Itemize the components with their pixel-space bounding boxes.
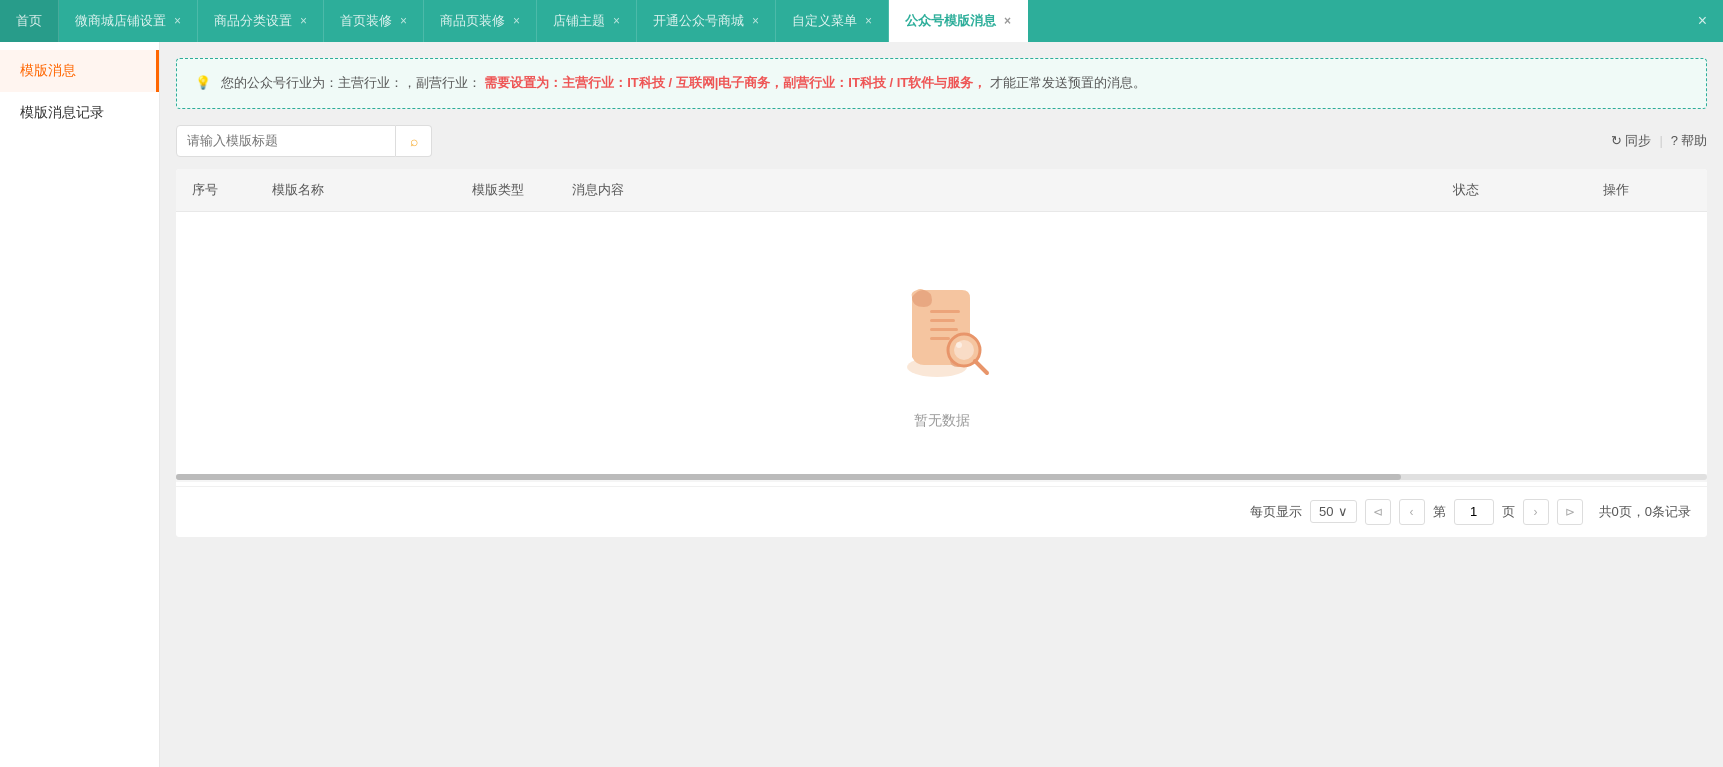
sidebar-item-1[interactable]: 模版消息记录 xyxy=(0,92,159,134)
divider: | xyxy=(1659,133,1662,148)
th-name: 模版名称 xyxy=(256,169,456,211)
sync-label: 同步 xyxy=(1625,132,1651,150)
svg-rect-3 xyxy=(930,328,958,331)
search-bar: ⌕ ↻ 同步 | ? 帮助 xyxy=(176,125,1707,157)
svg-point-8 xyxy=(956,342,962,348)
sync-button[interactable]: ↻ 同步 xyxy=(1611,132,1651,150)
tab-label-7: 自定义菜单 xyxy=(792,12,857,30)
last-page-icon: ⊳ xyxy=(1565,505,1575,519)
first-page-button[interactable]: ⊲ xyxy=(1365,499,1391,525)
notice-box: 💡 您的公众号行业为：主营行业：，副营行业： 需要设置为：主营行业：IT科技 /… xyxy=(176,58,1707,109)
prev-page-button[interactable]: ‹ xyxy=(1399,499,1425,525)
page-label: 第 xyxy=(1433,503,1446,521)
next-page-button[interactable]: › xyxy=(1523,499,1549,525)
notice-prefix: 您的公众号行业为：主营行业：，副营行业： xyxy=(221,75,481,90)
search-icon: ⌕ xyxy=(410,133,418,149)
tab-item-4[interactable]: 商品页装修 × xyxy=(424,0,537,42)
sync-icon: ↻ xyxy=(1611,133,1622,148)
svg-line-7 xyxy=(975,361,987,373)
tab-close-4[interactable]: × xyxy=(513,14,520,28)
content-area: 💡 您的公众号行业为：主营行业：，副营行业： 需要设置为：主营行业：IT科技 /… xyxy=(160,42,1723,767)
tab-close-7[interactable]: × xyxy=(865,14,872,28)
tab-label-4: 商品页装修 xyxy=(440,12,505,30)
tab-close-6[interactable]: × xyxy=(752,14,759,28)
notice-suffix: 才能正常发送预置的消息。 xyxy=(990,75,1146,90)
total-label: 共0页，0条记录 xyxy=(1599,503,1691,521)
help-button[interactable]: ? 帮助 xyxy=(1671,132,1707,150)
th-status: 状态 xyxy=(1437,169,1587,211)
svg-rect-1 xyxy=(930,310,960,313)
page-number-input[interactable] xyxy=(1454,499,1494,525)
per-page-select[interactable]: 50 ∨ xyxy=(1310,500,1356,523)
tab-close-2[interactable]: × xyxy=(300,14,307,28)
tab-label-8: 公众号模版消息 xyxy=(905,12,996,30)
table-header: 序号 模版名称 模版类型 消息内容 状态 操作 xyxy=(176,169,1707,212)
help-icon: ? xyxy=(1671,133,1678,148)
page-unit: 页 xyxy=(1502,503,1515,521)
empty-state: 暂无数据 xyxy=(176,212,1707,470)
last-page-button[interactable]: ⊳ xyxy=(1557,499,1583,525)
close-all-button[interactable]: × xyxy=(1682,12,1723,30)
tab-close-8[interactable]: × xyxy=(1004,14,1011,28)
per-page-value: 50 xyxy=(1319,504,1333,519)
tab-item-0[interactable]: 首页 xyxy=(0,0,59,42)
tab-item-3[interactable]: 首页装修 × xyxy=(324,0,424,42)
first-page-icon: ⊲ xyxy=(1373,505,1383,519)
main-layout: 模版消息模版消息记录 💡 您的公众号行业为：主营行业：，副营行业： 需要设置为：… xyxy=(0,42,1723,767)
search-button[interactable]: ⌕ xyxy=(396,125,432,157)
tab-label-3: 首页装修 xyxy=(340,12,392,30)
search-input[interactable] xyxy=(176,125,396,157)
tab-label-1: 微商城店铺设置 xyxy=(75,12,166,30)
th-type: 模版类型 xyxy=(456,169,556,211)
tab-label-0: 首页 xyxy=(16,12,42,30)
tab-item-5[interactable]: 店铺主题 × xyxy=(537,0,637,42)
tab-label-6: 开通公众号商城 xyxy=(653,12,744,30)
tab-item-8[interactable]: 公众号模版消息 × xyxy=(889,0,1028,42)
notice-icon: 💡 xyxy=(195,75,211,90)
th-index: 序号 xyxy=(176,169,256,211)
tab-close-3[interactable]: × xyxy=(400,14,407,28)
pagination: 每页显示 50 ∨ ⊲ ‹ 第 页 › ⊳ xyxy=(176,486,1707,537)
sidebar-item-0[interactable]: 模版消息 xyxy=(0,50,159,92)
tab-close-5[interactable]: × xyxy=(613,14,620,28)
th-action: 操作 xyxy=(1587,169,1707,211)
sidebar: 模版消息模版消息记录 xyxy=(0,42,160,767)
tab-label-2: 商品分类设置 xyxy=(214,12,292,30)
help-label: 帮助 xyxy=(1681,132,1707,150)
tab-item-7[interactable]: 自定义菜单 × xyxy=(776,0,889,42)
th-content: 消息内容 xyxy=(556,169,1437,211)
prev-page-icon: ‹ xyxy=(1410,505,1414,519)
tab-label-5: 店铺主题 xyxy=(553,12,605,30)
horizontal-scrollbar[interactable] xyxy=(176,474,1707,482)
notice-highlight: 需要设置为：主营行业：IT科技 / 互联网|电子商务，副营行业：IT科技 / I… xyxy=(484,75,986,90)
tab-item-1[interactable]: 微商城店铺设置 × xyxy=(59,0,198,42)
next-page-icon: › xyxy=(1534,505,1538,519)
tab-item-6[interactable]: 开通公众号商城 × xyxy=(637,0,776,42)
tab-close-1[interactable]: × xyxy=(174,14,181,28)
empty-text: 暂无数据 xyxy=(914,412,970,430)
empty-illustration xyxy=(882,272,1002,392)
tab-bar: 首页微商城店铺设置×商品分类设置×首页装修×商品页装修×店铺主题×开通公众号商城… xyxy=(0,0,1723,42)
chevron-down-icon: ∨ xyxy=(1338,504,1348,519)
svg-rect-2 xyxy=(930,319,955,322)
tab-item-2[interactable]: 商品分类设置 × xyxy=(198,0,324,42)
per-page-label: 每页显示 xyxy=(1250,503,1302,521)
table-wrapper: 序号 模版名称 模版类型 消息内容 状态 操作 xyxy=(176,169,1707,537)
search-left: ⌕ xyxy=(176,125,432,157)
search-right: ↻ 同步 | ? 帮助 xyxy=(1611,132,1707,150)
svg-rect-4 xyxy=(930,337,950,340)
